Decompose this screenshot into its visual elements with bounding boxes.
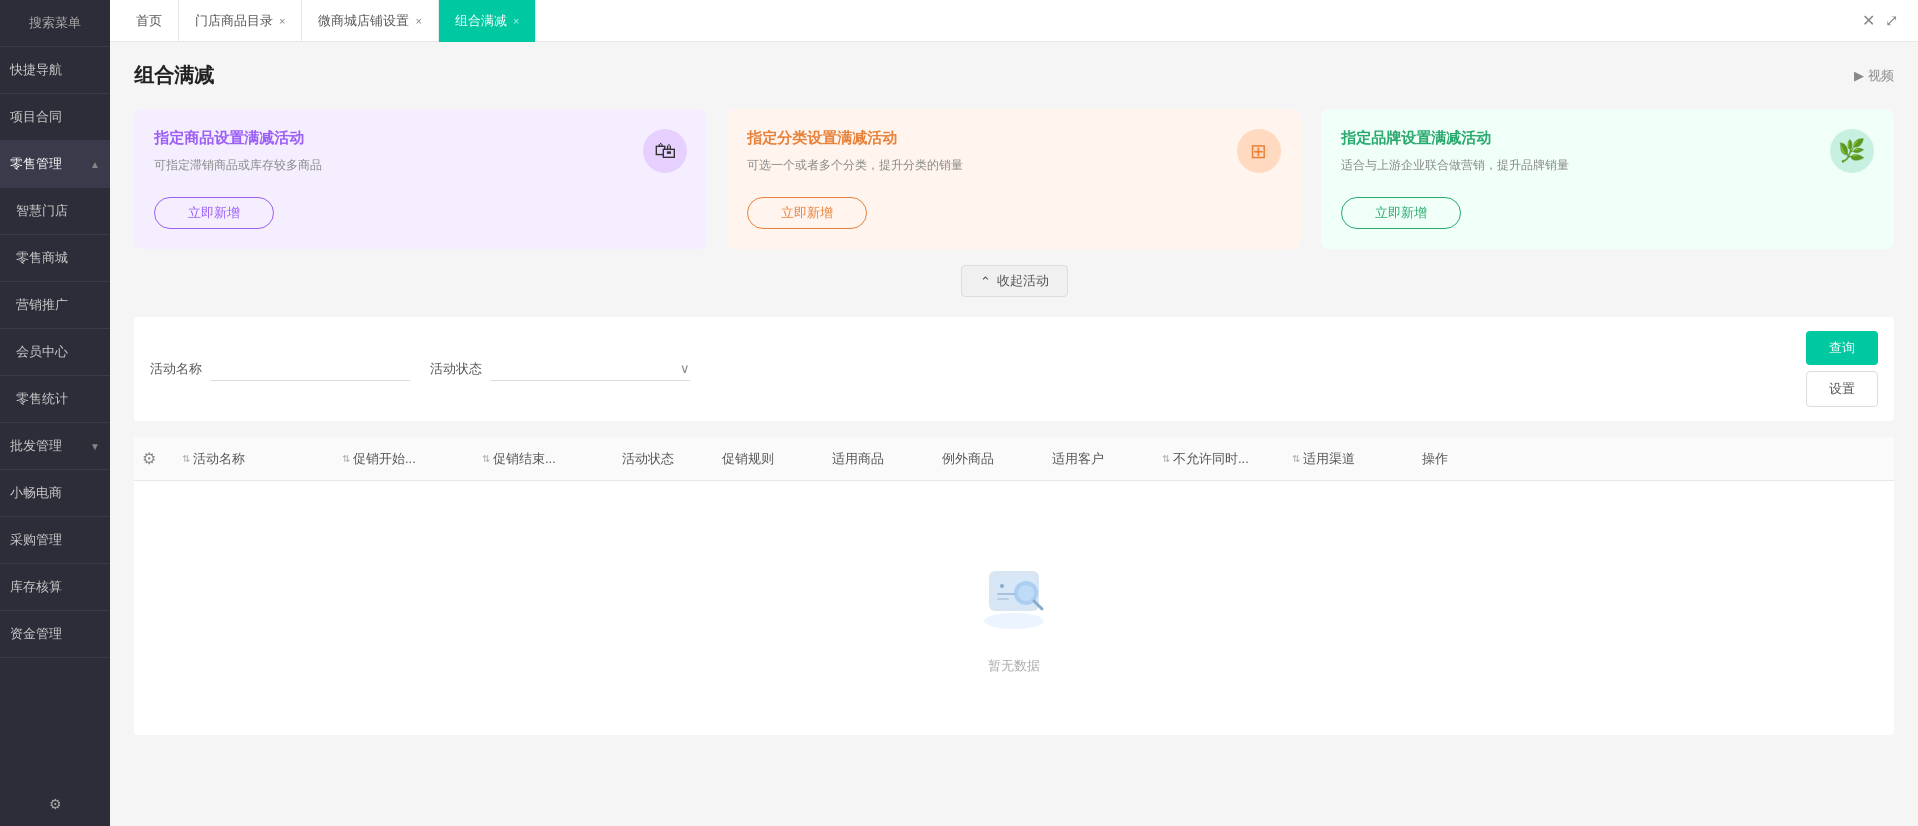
goods-discount-desc: 可指定滞销商品或库存较多商品 [154, 156, 687, 174]
activity-card-category-discount: ⊞ 指定分类设置满减活动 可选一个或者多个分类，提升分类的销量 立即新增 [727, 109, 1300, 249]
activity-card-goods-discount: 🛍 指定商品设置满减活动 可指定滞销商品或库存较多商品 立即新增 [134, 109, 707, 249]
th-promo-start: ⇅ 促销开始... [342, 450, 482, 468]
empty-text: 暂无数据 [988, 657, 1040, 675]
sidebar-item-member-center[interactable]: 会员中心 [0, 329, 110, 376]
brand-discount-icon: 🌿 [1830, 129, 1874, 173]
window-close-btn[interactable]: ✕ [1862, 11, 1875, 30]
sort-icon[interactable]: ⇅ [1292, 453, 1300, 464]
sort-icon[interactable]: ⇅ [342, 453, 350, 464]
tab-store-catalog[interactable]: 门店商品目录 × [179, 0, 302, 42]
sidebar-item-purchase-management[interactable]: 采购管理 [0, 517, 110, 564]
tab-close-icon[interactable]: × [279, 15, 285, 27]
tab-bar: 首页 门店商品目录 × 微商城店铺设置 × 组合满减 × ✕ ⤢ [110, 0, 1918, 42]
data-table: ⚙ ⇅ 活动名称 ⇅ 促销开始... ⇅ 促销结束... 活动状态 [134, 437, 1894, 735]
play-icon: ▶ [1854, 68, 1864, 83]
sidebar-item-smart-store[interactable]: 智慧门店 [0, 188, 110, 235]
main-content: 首页 门店商品目录 × 微商城店铺设置 × 组合满减 × ✕ ⤢ 组合满减 ▶ … [110, 0, 1918, 826]
sidebar-item-wholesale-management[interactable]: 批发管理 ▼ [0, 423, 110, 470]
brand-discount-desc: 适合与上游企业联合做营销，提升品牌销量 [1341, 156, 1874, 174]
th-operation: 操作 [1422, 450, 1886, 468]
th-promo-rule: 促销规则 [722, 450, 832, 468]
empty-state: 暂无数据 [134, 481, 1894, 735]
brand-discount-title: 指定品牌设置满减活动 [1341, 129, 1874, 148]
tab-home[interactable]: 首页 [120, 0, 179, 42]
sort-icon[interactable]: ⇅ [482, 453, 490, 464]
brand-discount-add-btn[interactable]: 立即新增 [1341, 197, 1461, 229]
svg-rect-7 [997, 593, 1015, 595]
activity-status-select[interactable]: ∨ [490, 357, 690, 381]
tab-close-icon[interactable]: × [513, 15, 519, 27]
tab-mini-store-settings[interactable]: 微商城店铺设置 × [302, 0, 438, 42]
page-title: 组合满减 [134, 62, 214, 89]
filter-action-buttons: 查询 设置 [1806, 331, 1878, 407]
gear-icon: ⚙ [49, 796, 62, 812]
empty-illustration [964, 541, 1064, 641]
activity-card-brand-discount: 🌿 指定品牌设置满减活动 适合与上游企业联合做营销，提升品牌销量 立即新增 [1321, 109, 1894, 249]
window-maximize-btn[interactable]: ⤢ [1885, 11, 1898, 30]
table-header: ⚙ ⇅ 活动名称 ⇅ 促销开始... ⇅ 促销结束... 活动状态 [134, 437, 1894, 481]
th-applicable-channel: ⇅ 适用渠道 [1292, 450, 1422, 468]
goods-discount-title: 指定商品设置满减活动 [154, 129, 687, 148]
activity-name-input[interactable] [210, 357, 410, 381]
th-promo-end: ⇅ 促销结束... [482, 450, 622, 468]
sidebar-item-retail-management[interactable]: 零售管理 ▲ [0, 141, 110, 188]
tab-combo-discount[interactable]: 组合满减 × [439, 0, 536, 42]
th-gear[interactable]: ⚙ [142, 449, 182, 468]
svg-point-0 [984, 613, 1044, 629]
sort-icon[interactable]: ⇅ [1162, 453, 1170, 464]
th-exception-goods: 例外商品 [942, 450, 1052, 468]
filter-row: 活动名称 活动状态 ∨ 查询 设置 [134, 317, 1894, 421]
query-button[interactable]: 查询 [1806, 331, 1878, 365]
th-applicable-customer: 适用客户 [1052, 450, 1162, 468]
video-link[interactable]: ▶ 视频 [1854, 67, 1894, 85]
th-activity-name: ⇅ 活动名称 [182, 450, 342, 468]
th-not-allow-same-time: ⇅ 不允许同时... [1162, 450, 1292, 468]
sidebar-item-funds-management[interactable]: 资金管理 [0, 611, 110, 658]
goods-discount-icon: 🛍 [643, 129, 687, 173]
activity-cards: 🛍 指定商品设置满减活动 可指定滞销商品或库存较多商品 立即新增 ⊞ 指定分类设… [134, 109, 1894, 249]
filter-activity-status-group: 活动状态 ∨ [430, 357, 690, 381]
category-discount-title: 指定分类设置满减活动 [747, 129, 1280, 148]
sidebar-item-quick-nav[interactable]: 快捷导航 [0, 47, 110, 94]
sidebar-settings-btn[interactable]: ⚙ [0, 782, 110, 826]
sidebar-item-marketing[interactable]: 营销推广 [0, 282, 110, 329]
collapse-bar: ⌃ 收起活动 [134, 265, 1894, 297]
th-applicable-goods: 适用商品 [832, 450, 942, 468]
sidebar-item-retail-mall[interactable]: 零售商城 [0, 235, 110, 282]
gear-settings-icon: ⚙ [142, 449, 156, 468]
sidebar-item-inventory-accounting[interactable]: 库存核算 [0, 564, 110, 611]
chevron-up-icon: ▲ [90, 159, 100, 170]
category-discount-desc: 可选一个或者多个分类，提升分类的销量 [747, 156, 1280, 174]
window-controls: ✕ ⤢ [1862, 11, 1908, 30]
svg-rect-8 [997, 598, 1009, 600]
sidebar: 搜索菜单 快捷导航 项目合同 零售管理 ▲ 智慧门店 零售商城 营销推广 会员中… [0, 0, 110, 826]
collapse-icon: ⌃ [980, 274, 991, 289]
sidebar-item-project-contract[interactable]: 项目合同 [0, 94, 110, 141]
setting-button[interactable]: 设置 [1806, 371, 1878, 407]
svg-point-6 [1000, 584, 1004, 588]
goods-discount-add-btn[interactable]: 立即新增 [154, 197, 274, 229]
category-discount-add-btn[interactable]: 立即新增 [747, 197, 867, 229]
sidebar-item-retail-stats[interactable]: 零售统计 [0, 376, 110, 423]
activity-name-label: 活动名称 [150, 360, 202, 378]
select-chevron-down-icon: ∨ [680, 361, 690, 376]
page-header: 组合满减 ▶ 视频 [134, 62, 1894, 89]
page-content-area: 组合满减 ▶ 视频 🛍 指定商品设置满减活动 可指定滞销商品或库存较多商品 立即… [110, 42, 1918, 826]
category-discount-icon: ⊞ [1237, 129, 1281, 173]
chevron-down-icon: ▼ [90, 441, 100, 452]
svg-point-4 [1018, 585, 1034, 601]
collapse-activity-btn[interactable]: ⌃ 收起活动 [961, 265, 1068, 297]
th-activity-status: 活动状态 [622, 450, 722, 468]
sidebar-search[interactable]: 搜索菜单 [0, 0, 110, 47]
tab-close-icon[interactable]: × [415, 15, 421, 27]
sort-icon[interactable]: ⇅ [182, 453, 190, 464]
sidebar-item-xiaochang-ecommerce[interactable]: 小畅电商 [0, 470, 110, 517]
filter-activity-name-group: 活动名称 [150, 357, 410, 381]
activity-status-label: 活动状态 [430, 360, 482, 378]
